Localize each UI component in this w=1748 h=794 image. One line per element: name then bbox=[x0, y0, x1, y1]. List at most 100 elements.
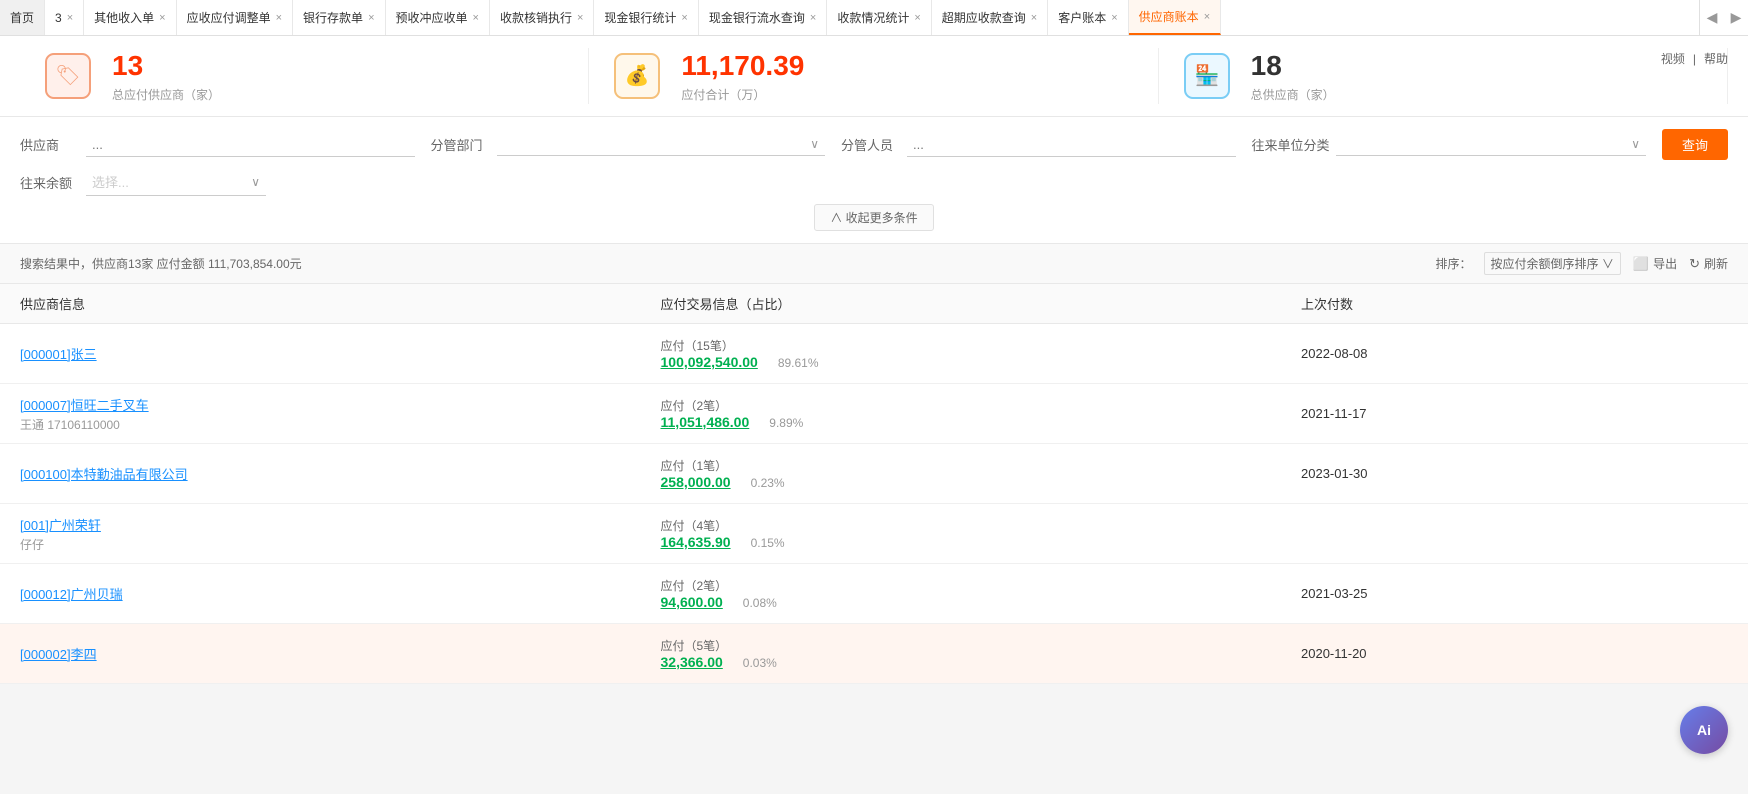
data-table: 供应商信息 应付交易信息（占比） 上次付数 [000001]张三 应付（15笔）… bbox=[0, 284, 1748, 684]
money-icon: 💰 bbox=[609, 48, 665, 104]
ap-percent-3: 0.23% bbox=[751, 476, 785, 490]
filter-area: 供应商 分管部门 ∨ 分管人员 往来单位分类 ∨ 查询 往来余额 选择 bbox=[0, 117, 1748, 244]
nav-tab-collect-stat-label: 收款情况统计 bbox=[837, 9, 909, 26]
nav-tab-receive-verify-close[interactable]: × bbox=[577, 12, 583, 24]
video-link[interactable]: 视频 bbox=[1661, 50, 1685, 67]
nav-tab-bank-deposit-close[interactable]: × bbox=[368, 12, 374, 24]
filter-person: 分管人员 bbox=[841, 133, 1236, 157]
ap-amount-6[interactable]: 32,366.00 bbox=[661, 654, 723, 670]
sort-select[interactable]: 按应付余额倒序排序 ∨ bbox=[1484, 252, 1621, 275]
export-icon: ⬜ bbox=[1633, 256, 1649, 272]
nav-tab-cash-bank-stat[interactable]: 现金银行统计 × bbox=[594, 0, 698, 35]
last-pay-date-2: 2021-11-17 bbox=[1301, 406, 1728, 421]
nav-tab-vendor-account[interactable]: 供应商账本 × bbox=[1129, 0, 1221, 35]
ap-amount-1[interactable]: 100,092,540.00 bbox=[661, 354, 758, 370]
ap-cell-2: 应付（2笔） 11,051,486.00 9.89% bbox=[661, 394, 1302, 433]
filter-vendor: 供应商 bbox=[20, 133, 415, 157]
nav-tab-cash-bank-stat-label: 现金银行统计 bbox=[604, 9, 676, 26]
svg-text:🏷: 🏷 bbox=[55, 65, 80, 87]
category-filter-label: 往来单位分类 bbox=[1252, 135, 1330, 154]
ap-percent-1: 89.61% bbox=[778, 356, 819, 370]
vendor-link-6[interactable]: [000002]李四 bbox=[20, 644, 661, 663]
vendor-link-4[interactable]: [001]广州荣轩 bbox=[20, 515, 661, 534]
ai-button[interactable]: Ai bbox=[1680, 706, 1728, 754]
nav-tab-collect-stat-close[interactable]: × bbox=[914, 12, 920, 24]
filter-category: 往来单位分类 ∨ bbox=[1252, 133, 1647, 156]
ap-cell-4: 应付（4笔） 164,635.90 0.15% bbox=[661, 514, 1302, 553]
nav-tab-home[interactable]: 首页 bbox=[0, 0, 45, 35]
refresh-label: 刷新 bbox=[1704, 255, 1728, 272]
vendor-cell-6: [000002]李四 bbox=[20, 634, 661, 673]
dept-filter-select[interactable]: ∨ bbox=[497, 133, 826, 156]
nav-tab-overdue-collect[interactable]: 超期应收款查询 × bbox=[932, 0, 1048, 35]
svg-text:💰: 💰 bbox=[625, 63, 650, 87]
ap-percent-6: 0.03% bbox=[743, 656, 777, 670]
last-pay-cell-5: 2021-03-25 bbox=[1301, 574, 1728, 613]
nav-tab-bank-deposit[interactable]: 银行存款单 × bbox=[293, 0, 385, 35]
summary-text-total-vendors: 18 总供应商（家） bbox=[1251, 49, 1335, 104]
vendor-sub-4: 仔仔 bbox=[20, 536, 661, 553]
filter-row-1: 供应商 分管部门 ∨ 分管人员 往来单位分类 ∨ 查询 bbox=[20, 129, 1728, 160]
balance-filter-label: 往来余额 bbox=[20, 173, 80, 192]
ap-amount-4[interactable]: 164,635.90 bbox=[661, 534, 731, 550]
dept-filter-label: 分管部门 bbox=[431, 135, 491, 154]
nav-arrow-left[interactable]: ◀ bbox=[1700, 0, 1724, 36]
ap-label-2: 应付（2笔） bbox=[661, 397, 1302, 414]
nav-tab-overdue-collect-label: 超期应收款查询 bbox=[942, 9, 1026, 26]
nav-tab-receive-verify[interactable]: 收款核销执行 × bbox=[490, 0, 594, 35]
export-button[interactable]: ⬜ 导出 bbox=[1633, 255, 1677, 272]
nav-arrow-right[interactable]: ▶ bbox=[1724, 0, 1748, 36]
dept-dropdown-arrow: ∨ bbox=[810, 137, 819, 151]
ap-amount-label: 应付合计（万） bbox=[681, 86, 804, 103]
table-row: [000001]张三 应付（15笔） 100,092,540.00 89.61%… bbox=[0, 324, 1748, 384]
vendor-link-1[interactable]: [000001]张三 bbox=[20, 344, 661, 363]
nav-tab-vendor-account-close[interactable]: × bbox=[1204, 11, 1210, 23]
nav-tab-cash-bank-flow-close[interactable]: × bbox=[810, 12, 816, 24]
nav-tab-overdue-collect-close[interactable]: × bbox=[1031, 12, 1037, 24]
vendor-link-3[interactable]: [000100]本特勤油品有限公司 bbox=[20, 464, 661, 483]
person-filter-input[interactable] bbox=[907, 133, 1236, 157]
table-row: [000002]李四 应付（5笔） 32,366.00 0.03% 2020-1… bbox=[0, 624, 1748, 684]
last-pay-cell-4 bbox=[1301, 514, 1728, 553]
summary-item-ap-amount: 💰 11,170.39 应付合计（万） bbox=[589, 48, 1158, 104]
top-right-links: 视频 | 帮助 bbox=[1661, 50, 1728, 67]
ap-cell-6: 应付（5笔） 32,366.00 0.03% bbox=[661, 634, 1302, 673]
summary-item-total-vendors: 🏪 18 总供应商（家） bbox=[1159, 48, 1728, 104]
category-filter-select[interactable]: ∨ bbox=[1336, 133, 1646, 156]
vendor-filter-input[interactable] bbox=[86, 133, 415, 157]
col-last-pay: 上次付数 bbox=[1301, 294, 1728, 313]
ap-cell-3: 应付（1笔） 258,000.00 0.23% bbox=[661, 454, 1302, 493]
nav-tab-cash-bank-flow[interactable]: 现金银行流水查询 × bbox=[699, 0, 827, 35]
nav-arrows: ◀ ▶ bbox=[1699, 0, 1748, 36]
nav-tab-collect-stat[interactable]: 收款情况统计 × bbox=[827, 0, 931, 35]
last-pay-cell-3: 2023-01-30 bbox=[1301, 454, 1728, 493]
nav-tab-ap-adjust-label: 应收应付调整单 bbox=[187, 9, 271, 26]
nav-tab-prepay-collect[interactable]: 预收冲应收单 × bbox=[386, 0, 490, 35]
balance-filter-select[interactable]: 选择... ∨ bbox=[86, 168, 266, 196]
nav-tab-customer-account-close[interactable]: × bbox=[1111, 12, 1117, 24]
vendor-icon: 🏷 bbox=[40, 48, 96, 104]
nav-tab-other-income[interactable]: 其他收入单 × bbox=[84, 0, 176, 35]
nav-tab-t3-close[interactable]: × bbox=[67, 12, 73, 24]
col-ap-transaction: 应付交易信息（占比） bbox=[661, 294, 1302, 313]
ap-amount-5[interactable]: 94,600.00 bbox=[661, 594, 723, 610]
nav-tab-other-income-close[interactable]: × bbox=[159, 12, 165, 24]
vendor-link-2[interactable]: [000007]恒旺二手叉车 bbox=[20, 395, 661, 414]
ap-amount-3[interactable]: 258,000.00 bbox=[661, 474, 731, 490]
collapse-filter-button[interactable]: ∧ 收起更多条件 bbox=[814, 204, 934, 231]
nav-tab-cash-bank-stat-close[interactable]: × bbox=[681, 12, 687, 24]
nav-tab-home-label: 首页 bbox=[10, 9, 34, 26]
help-link[interactable]: 帮助 bbox=[1704, 50, 1728, 67]
nav-tab-prepay-collect-close[interactable]: × bbox=[473, 12, 479, 24]
refresh-button[interactable]: ↻ 刷新 bbox=[1689, 255, 1728, 272]
last-pay-date-5: 2021-03-25 bbox=[1301, 586, 1728, 601]
svg-text:🏪: 🏪 bbox=[1194, 63, 1219, 87]
nav-tab-customer-account[interactable]: 客户账本 × bbox=[1048, 0, 1128, 35]
vendor-link-5[interactable]: [000012]广州贝瑞 bbox=[20, 584, 661, 603]
nav-tab-ap-adjust[interactable]: 应收应付调整单 × bbox=[177, 0, 293, 35]
ap-label-3: 应付（1笔） bbox=[661, 457, 1302, 474]
ap-amount-2[interactable]: 11,051,486.00 bbox=[661, 414, 750, 430]
nav-tab-ap-adjust-close[interactable]: × bbox=[276, 12, 282, 24]
query-button[interactable]: 查询 bbox=[1662, 129, 1728, 160]
nav-tab-t3[interactable]: 3 × bbox=[45, 0, 84, 35]
